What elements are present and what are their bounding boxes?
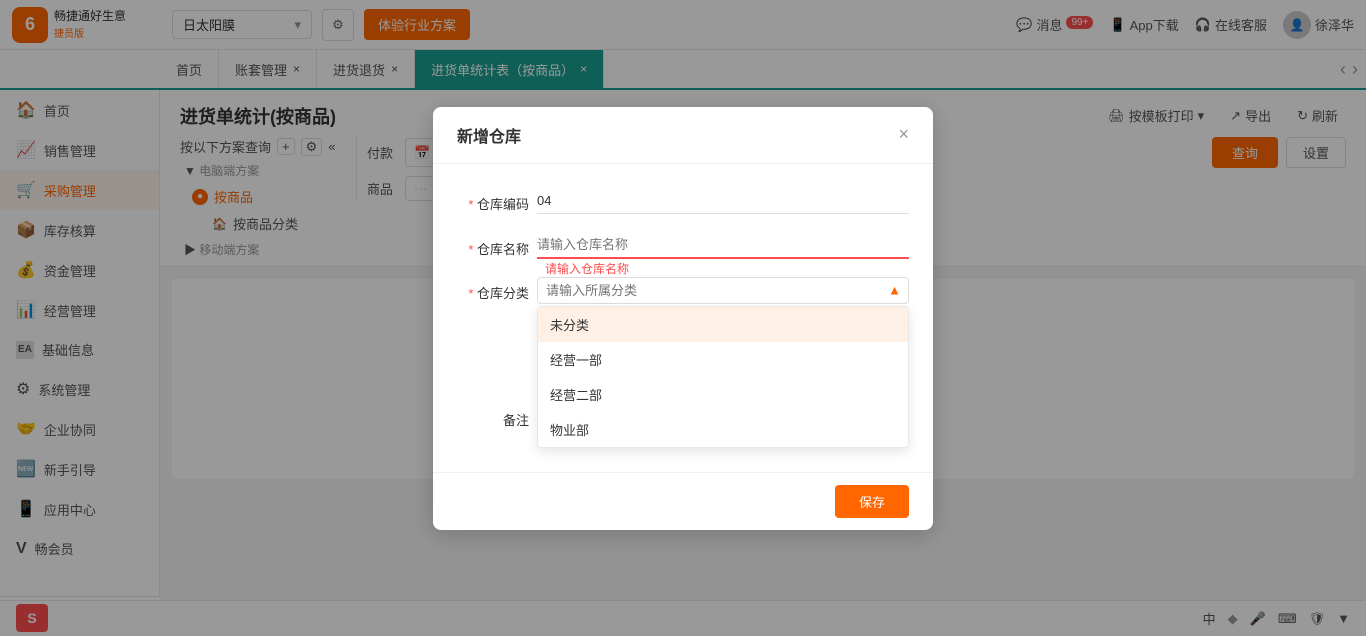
dropdown-item-dept2[interactable]: 经营二部 bbox=[538, 377, 908, 412]
dialog-overlay: 新增仓库 × 仓库编码 仓库名称 请输入仓库名称 仓库分类 bbox=[0, 0, 1366, 636]
dropdown-item-dept3[interactable]: 物业部 bbox=[538, 412, 908, 447]
category-dropdown: 未分类 经营一部 经营二部 物业部 bbox=[537, 306, 909, 448]
add-warehouse-dialog: 新增仓库 × 仓库编码 仓库名称 请输入仓库名称 仓库分类 bbox=[433, 107, 933, 530]
form-row-category: 仓库分类 ▲ 未分类 经营一部 经营二部 物业部 bbox=[457, 277, 909, 304]
code-label: 仓库编码 bbox=[457, 188, 537, 213]
name-error-msg: 请输入仓库名称 bbox=[545, 260, 629, 277]
dialog-footer: 保存 bbox=[433, 472, 933, 530]
category-input[interactable] bbox=[537, 277, 909, 304]
save-button[interactable]: 保存 bbox=[835, 485, 909, 518]
form-row-code: 仓库编码 bbox=[457, 188, 909, 214]
name-label: 仓库名称 bbox=[457, 233, 537, 258]
dropdown-item-dept1[interactable]: 经营一部 bbox=[538, 342, 908, 377]
name-input[interactable] bbox=[537, 232, 909, 259]
dialog-body: 仓库编码 仓库名称 请输入仓库名称 仓库分类 ▲ 未分类 bbox=[433, 164, 933, 472]
category-label: 仓库分类 bbox=[457, 277, 537, 302]
dialog-close-button[interactable]: × bbox=[898, 124, 909, 145]
notes-label: 备注 bbox=[457, 404, 537, 429]
dropdown-item-uncategorized[interactable]: 未分类 bbox=[538, 307, 908, 342]
category-select-wrap: ▲ 未分类 经营一部 经营二部 物业部 bbox=[537, 277, 909, 304]
chevron-up-icon[interactable]: ▲ bbox=[888, 283, 901, 298]
code-input[interactable] bbox=[537, 188, 909, 214]
dialog-header: 新增仓库 × bbox=[433, 107, 933, 164]
dialog-title: 新增仓库 bbox=[457, 123, 521, 147]
form-row-name: 仓库名称 请输入仓库名称 bbox=[457, 232, 909, 259]
